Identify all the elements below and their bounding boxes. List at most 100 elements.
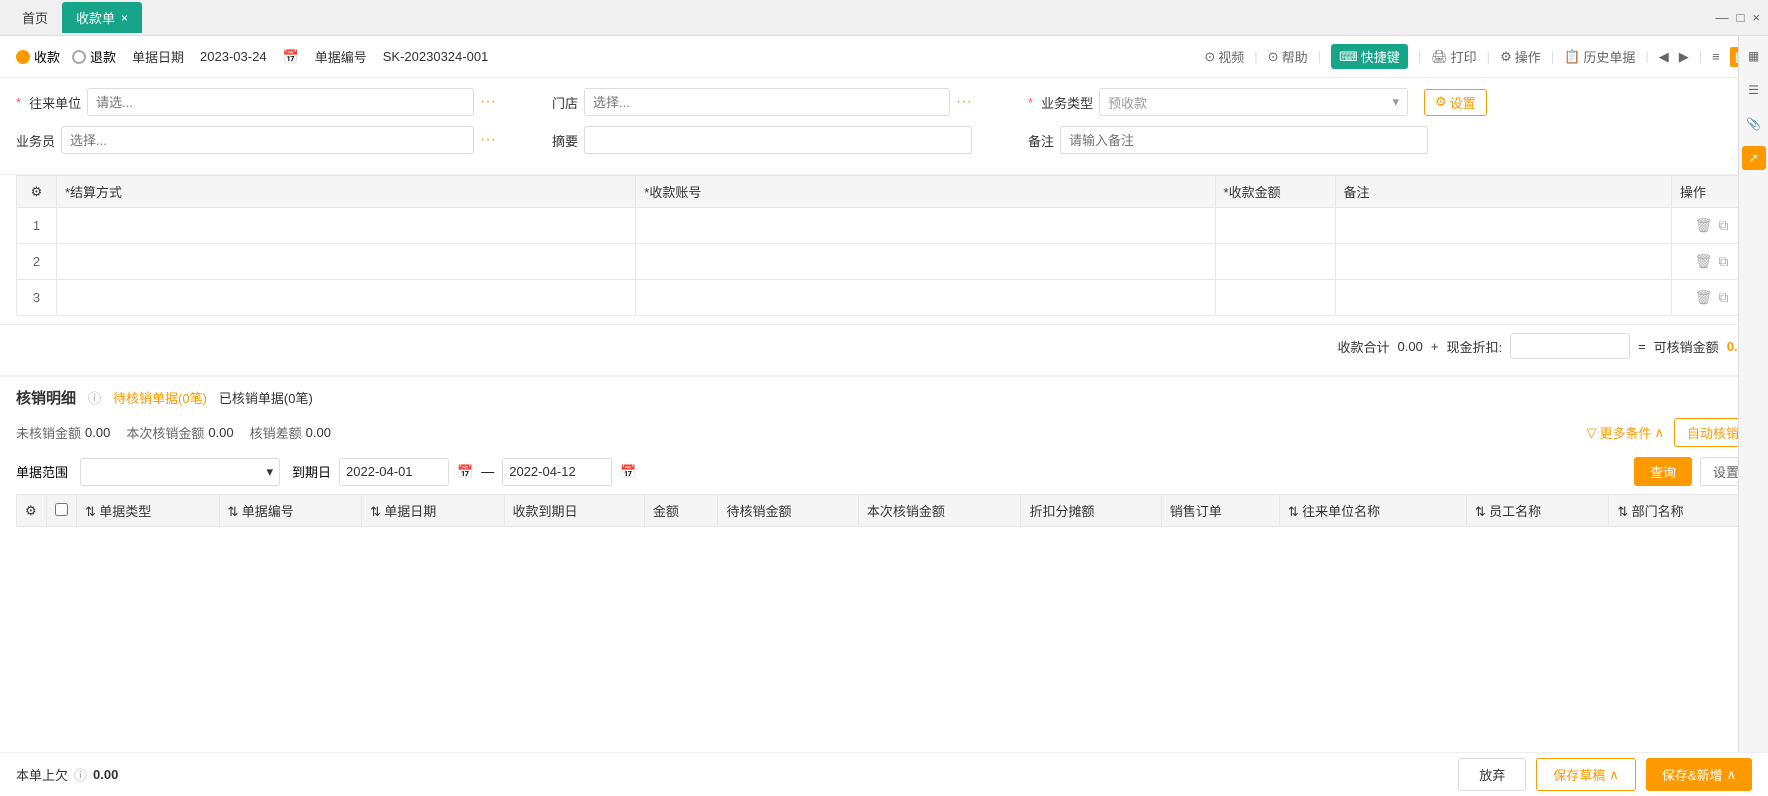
window-minimize[interactable]: —	[1716, 10, 1729, 25]
delete-row-3-icon[interactable]: 🗑	[1695, 289, 1713, 306]
unverified-amount-item: 未核销金额 0.00	[16, 423, 110, 442]
radio-payment[interactable]: 收款	[16, 47, 60, 66]
select-all-checkbox[interactable]	[55, 503, 68, 516]
nav-next-icon[interactable]: ▶	[1679, 49, 1689, 65]
account-cell-2[interactable]	[636, 244, 1215, 280]
writeoff-info-icon[interactable]: ⓘ	[88, 388, 101, 407]
tab-close-icon[interactable]: ×	[121, 11, 128, 25]
tab-active[interactable]: 收款单 ×	[62, 2, 142, 33]
note-cell-1[interactable]	[1335, 208, 1671, 244]
staff-more-icon[interactable]: ···	[480, 132, 496, 148]
range-select[interactable]: ▾	[80, 458, 280, 486]
bottom-table-container: ⚙ ⇅ 单据类型 ⇅ 单据编号	[16, 494, 1752, 527]
account-cell-3[interactable]	[636, 280, 1215, 316]
abandon-btn[interactable]: 放弃	[1458, 758, 1526, 791]
table-row: 1 🗑 ⧉	[17, 208, 1752, 244]
amount-cell-2[interactable]	[1215, 244, 1335, 280]
radio-refund[interactable]: 退款	[72, 47, 116, 66]
history-btn[interactable]: 📋 历史单据	[1564, 47, 1635, 66]
col-discount-header: 折扣分摊额	[1021, 495, 1161, 527]
print-btn[interactable]: 🖨 打印	[1431, 47, 1477, 66]
footer-label: 本单上欠	[16, 765, 68, 784]
view-list-icon[interactable]: ≡	[1712, 49, 1720, 64]
help-btn[interactable]: ⊙ 帮助	[1268, 47, 1308, 66]
store-field: 门店 ···	[552, 88, 972, 116]
calendar-from-icon[interactable]: 📅	[457, 464, 473, 480]
save-draft-btn[interactable]: 保存草稿 ∧	[1536, 758, 1636, 791]
docno-value: SK-20230324-001	[383, 49, 489, 64]
store-more-icon[interactable]: ···	[956, 94, 972, 110]
settlement-cell-1[interactable]	[57, 208, 636, 244]
date-from-input[interactable]	[339, 458, 449, 486]
checkbox-col-header	[47, 495, 77, 527]
note-cell-2[interactable]	[1335, 244, 1671, 280]
delete-row-1-icon[interactable]: 🗑	[1695, 217, 1713, 234]
table-row: 2 🗑 ⧉	[17, 244, 1752, 280]
footer-info-icon[interactable]: ⓘ	[74, 765, 87, 784]
diff-amount-item: 核销差额 0.00	[250, 423, 331, 442]
current-value: 0.00	[208, 425, 233, 440]
current-label: 本次核销金额	[126, 423, 204, 442]
video-btn[interactable]: ⊙ 视频	[1204, 47, 1244, 66]
query-btn[interactable]: 查询	[1634, 457, 1692, 486]
settings-button[interactable]: ⚙ 设置	[1424, 89, 1487, 116]
nav-prev-icon[interactable]: ◀	[1659, 49, 1669, 65]
note-input[interactable]	[1060, 126, 1428, 154]
action-btn[interactable]: ⚙ 操作	[1500, 47, 1541, 66]
copy-row-3-icon[interactable]: ⧉	[1718, 289, 1728, 306]
note-cell-3[interactable]	[1335, 280, 1671, 316]
table-settings-icon[interactable]: ⚙	[31, 184, 43, 199]
copy-row-1-icon[interactable]: ⧉	[1718, 217, 1728, 234]
account-cell-1[interactable]	[636, 208, 1215, 244]
biz-type-value: 预收款	[1108, 93, 1147, 112]
calendar-to-icon[interactable]: 📅	[620, 464, 636, 480]
row-num-2: 2	[17, 244, 57, 280]
settlement-cell-3[interactable]	[57, 280, 636, 316]
radio-refund-circle	[72, 50, 86, 64]
col-sales-order-header: 销售订单	[1161, 495, 1279, 527]
side-icon-1[interactable]: ▦	[1742, 44, 1766, 68]
staff-input[interactable]	[61, 126, 474, 154]
delete-row-2-icon[interactable]: 🗑	[1695, 253, 1713, 270]
verified-tab[interactable]: 已核销单据(0笔)	[219, 388, 313, 407]
side-icon-2[interactable]: ☰	[1742, 78, 1766, 102]
summary-label: 摘要	[552, 131, 578, 150]
counterparty-input[interactable]	[87, 88, 474, 116]
dropdown-icon: ▾	[1392, 94, 1399, 110]
tab-home[interactable]: 首页	[8, 2, 62, 33]
calendar-icon[interactable]: 📅	[283, 49, 299, 65]
footer-value: 0.00	[93, 767, 118, 782]
summary-input[interactable]	[584, 126, 972, 154]
summary-field: 摘要	[552, 126, 972, 154]
writeoff-header: 核销明细 ⓘ 待核销单据(0笔) 已核销单据(0笔)	[16, 387, 1752, 408]
current-amount-item: 本次核销金额 0.00	[126, 423, 233, 442]
col-settlement-header: *结算方式	[57, 176, 636, 208]
counterparty-more-icon[interactable]: ···	[480, 94, 496, 110]
writeoff-title: 核销明细	[16, 387, 76, 408]
side-icon-4[interactable]: ↗	[1742, 146, 1766, 170]
pending-tab[interactable]: 待核销单据(0笔)	[113, 388, 207, 407]
amount-cell-3[interactable]	[1215, 280, 1335, 316]
save-new-btn[interactable]: 保存&新增 ∧	[1646, 758, 1752, 791]
date-to-input[interactable]	[502, 458, 612, 486]
settlement-cell-2[interactable]	[57, 244, 636, 280]
settings-col-header[interactable]: ⚙	[17, 176, 57, 208]
side-icon-3[interactable]: 📎	[1742, 112, 1766, 136]
date-separator: —	[481, 464, 494, 479]
check-col-header: ⚙	[17, 495, 47, 527]
quickkey-btn[interactable]: ⌨ 快捷键	[1331, 44, 1408, 69]
table-gear-icon[interactable]: ⚙	[25, 503, 37, 518]
date-value: 2023-03-24	[200, 49, 267, 64]
more-filter-btn[interactable]: ▽ 更多条件 ∧	[1586, 423, 1664, 442]
sort-icon5: ⇅	[1475, 504, 1486, 519]
window-maximize[interactable]: □	[1737, 10, 1745, 25]
store-input[interactable]	[584, 88, 950, 116]
copy-row-2-icon[interactable]: ⧉	[1718, 253, 1728, 270]
window-close[interactable]: ×	[1752, 10, 1760, 25]
col-current-header: 本次核销金额	[858, 495, 1021, 527]
amount-cell-1[interactable]	[1215, 208, 1335, 244]
biz-type-label: 业务类型	[1041, 93, 1093, 112]
discount-input[interactable]	[1510, 333, 1630, 359]
biz-type-select[interactable]: 预收款 ▾	[1099, 88, 1408, 116]
col-due-date-header: 收款到期日	[504, 495, 644, 527]
